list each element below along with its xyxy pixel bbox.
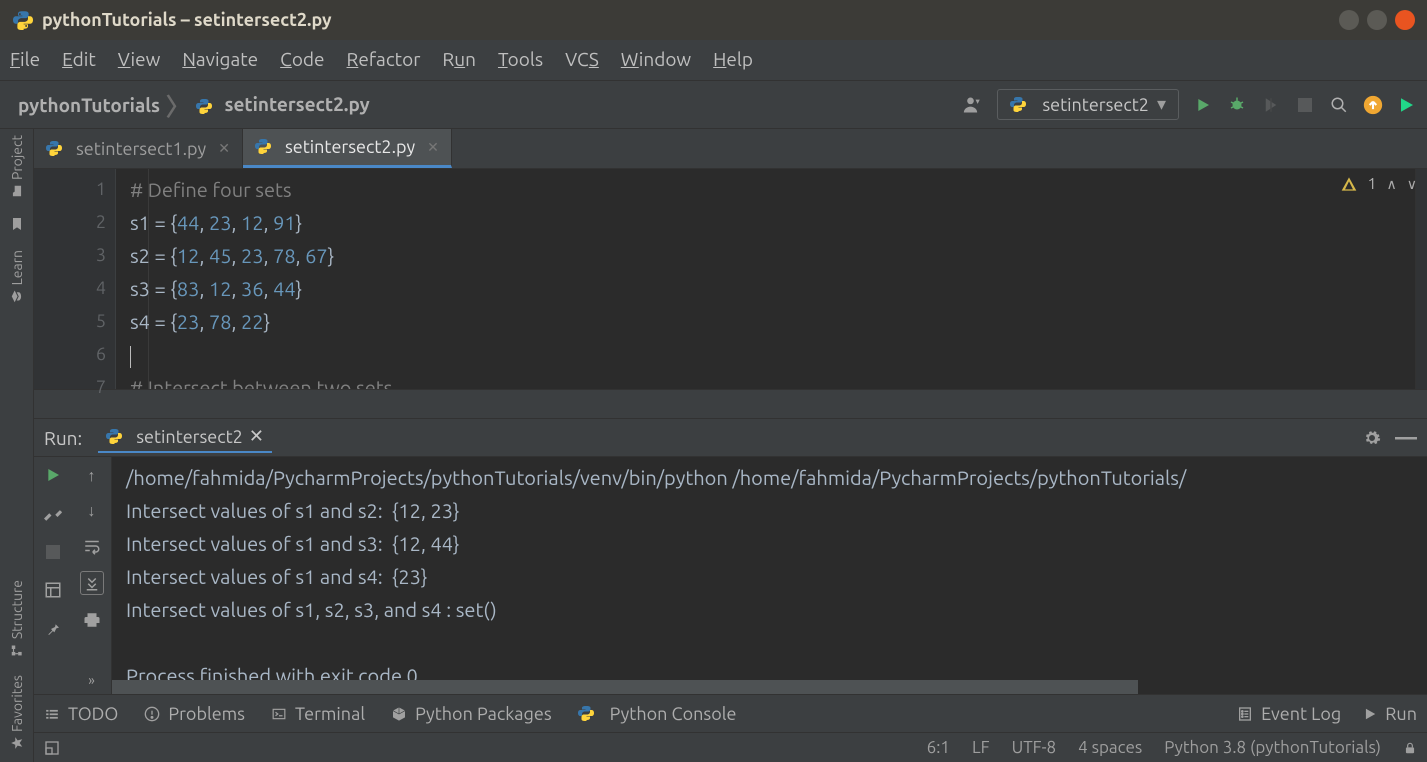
print-button[interactable] (82, 611, 102, 629)
tool-event-log[interactable]: Event Log (1237, 704, 1341, 724)
up-stack-button[interactable]: ↑ (88, 467, 96, 486)
marker-bar[interactable] (1415, 169, 1427, 389)
line-number-gutter: 1234567 (34, 169, 116, 389)
cursor-position[interactable]: 6:1 (927, 738, 950, 757)
window-maximize-button[interactable] (1367, 10, 1387, 30)
settings-icon[interactable] (1363, 429, 1381, 447)
horizontal-splitter[interactable] (34, 389, 1427, 419)
breadcrumb-file[interactable]: setintersect2.py (188, 89, 378, 119)
warning-count: 1 (1367, 175, 1376, 193)
debug-button[interactable] (1227, 95, 1247, 115)
chevron-down-icon: ▾ (1157, 94, 1166, 115)
menu-window[interactable]: Window (621, 48, 691, 70)
stop-button[interactable] (1295, 95, 1315, 115)
menu-view[interactable]: View (118, 48, 161, 70)
search-everywhere-button[interactable] (1329, 95, 1349, 115)
layout-button[interactable] (44, 581, 62, 599)
indent-setting[interactable]: 4 spaces (1078, 738, 1142, 757)
python-file-icon (106, 428, 124, 446)
tool-run[interactable]: Run (1363, 704, 1417, 724)
breadcrumb[interactable]: pythonTutorials 〉 setintersect2.py (10, 87, 378, 122)
sidebar-tab-learn[interactable]: Learn (9, 250, 25, 303)
menu-edit[interactable]: Edit (62, 48, 96, 70)
menu-refactor[interactable]: Refactor (347, 48, 421, 70)
tool-terminal[interactable]: Terminal (271, 704, 365, 724)
run-toolbar-primary (34, 457, 72, 694)
warning-icon[interactable] (1341, 176, 1357, 192)
breadcrumb-separator: 〉 (166, 87, 190, 122)
editor-tabs: setintersect1.py ✕ setintersect2.py ✕ (34, 129, 1427, 169)
pin-button[interactable] (45, 621, 61, 637)
coverage-button[interactable] (1261, 95, 1281, 115)
run-tab[interactable]: setintersect2 ✕ (98, 422, 272, 453)
menu-tools[interactable]: Tools (498, 48, 543, 70)
close-tab-icon[interactable]: ✕ (427, 139, 439, 156)
run-tool-window-header: Run: setintersect2 ✕ — (34, 419, 1427, 457)
python-file-icon (196, 98, 214, 116)
python-file-icon (46, 140, 64, 158)
run-button[interactable] (1193, 95, 1213, 115)
tool-todo[interactable]: TODO (44, 704, 118, 724)
app-icon (12, 9, 34, 31)
menu-file[interactable]: File (10, 48, 40, 70)
line-separator[interactable]: LF (972, 738, 990, 757)
tool-packages[interactable]: Python Packages (391, 704, 552, 724)
ide-features-button[interactable] (1397, 95, 1417, 115)
tool-problems[interactable]: Problems (144, 704, 245, 724)
menu-help[interactable]: Help (713, 48, 753, 70)
run-toolbar-secondary: ↑ ↓ » (72, 457, 112, 694)
navigation-bar: pythonTutorials 〉 setintersect2.py ▾ set… (0, 81, 1427, 129)
title-bar: pythonTutorials – setintersect2.py (0, 0, 1427, 40)
tools-button[interactable] (44, 505, 62, 523)
python-icon (578, 705, 596, 723)
menu-code[interactable]: Code (280, 48, 324, 70)
console-output[interactable]: /home/fahmida/PycharmProjects/pythonTuto… (112, 457, 1427, 694)
window-minimize-button[interactable] (1339, 10, 1359, 30)
hide-panel-button[interactable]: — (1395, 425, 1417, 450)
python-file-icon (1010, 96, 1028, 114)
down-stack-button[interactable]: ↓ (88, 502, 96, 521)
sidebar-tab-favorites[interactable]: Favorites (9, 675, 25, 750)
update-available-icon[interactable] (1363, 95, 1383, 115)
code-editor[interactable]: 1234567 # Define four setss1 = {44, 23, … (34, 169, 1427, 389)
scroll-to-end-button[interactable] (80, 571, 104, 595)
status-bar: 6:1 LF UTF-8 4 spaces Python 3.8 (python… (34, 732, 1427, 762)
menu-run[interactable]: Run (442, 48, 476, 70)
file-encoding[interactable]: UTF-8 (1012, 738, 1057, 757)
sidebar-tab-bookmarks[interactable] (9, 216, 25, 232)
prev-highlight-button[interactable]: ∧ (1387, 176, 1397, 193)
python-interpreter[interactable]: Python 3.8 (pythonTutorials) (1164, 738, 1381, 757)
user-icon[interactable]: ▾ (963, 95, 983, 115)
breadcrumb-project[interactable]: pythonTutorials (10, 90, 168, 120)
horizontal-scrollbar[interactable] (112, 680, 1138, 694)
menu-bar: File Edit View Navigate Code Refactor Ru… (0, 40, 1427, 81)
lock-icon[interactable] (1403, 740, 1417, 756)
window-close-button[interactable] (1395, 10, 1415, 30)
more-button[interactable]: » (88, 672, 95, 688)
svg-text:▾: ▾ (976, 96, 980, 106)
bottom-tool-buttons: TODO Problems Terminal Python Packages P… (34, 694, 1427, 732)
close-tab-icon[interactable]: ✕ (218, 140, 230, 157)
next-highlight-button[interactable]: ∨ (1407, 176, 1417, 193)
editor-tab[interactable]: setintersect2.py ✕ (243, 129, 452, 168)
close-run-tab-icon[interactable]: ✕ (249, 426, 264, 447)
run-configuration-selector[interactable]: setintersect2 ▾ (997, 89, 1179, 120)
sidebar-tab-project[interactable]: Project (9, 135, 25, 198)
menu-vcs[interactable]: VCS (565, 48, 599, 70)
sidebar-tab-structure[interactable]: Structure (9, 580, 25, 657)
stop-run-button[interactable] (46, 545, 60, 559)
quick-actions-button[interactable] (44, 740, 60, 756)
tool-console[interactable]: Python Console (578, 704, 737, 724)
soft-wrap-button[interactable] (82, 537, 102, 555)
python-file-icon (255, 138, 273, 156)
menu-navigate[interactable]: Navigate (182, 48, 258, 70)
editor-tab-label: setintersect1.py (76, 139, 206, 159)
editor-tab-label: setintersect2.py (285, 137, 415, 157)
window-title: pythonTutorials – setintersect2.py (42, 10, 332, 30)
run-label: Run: (44, 427, 82, 449)
rerun-button[interactable] (45, 467, 61, 483)
left-tool-buttons: Project Learn Structure Favorites (0, 129, 34, 762)
editor-tab[interactable]: setintersect1.py ✕ (34, 129, 243, 168)
